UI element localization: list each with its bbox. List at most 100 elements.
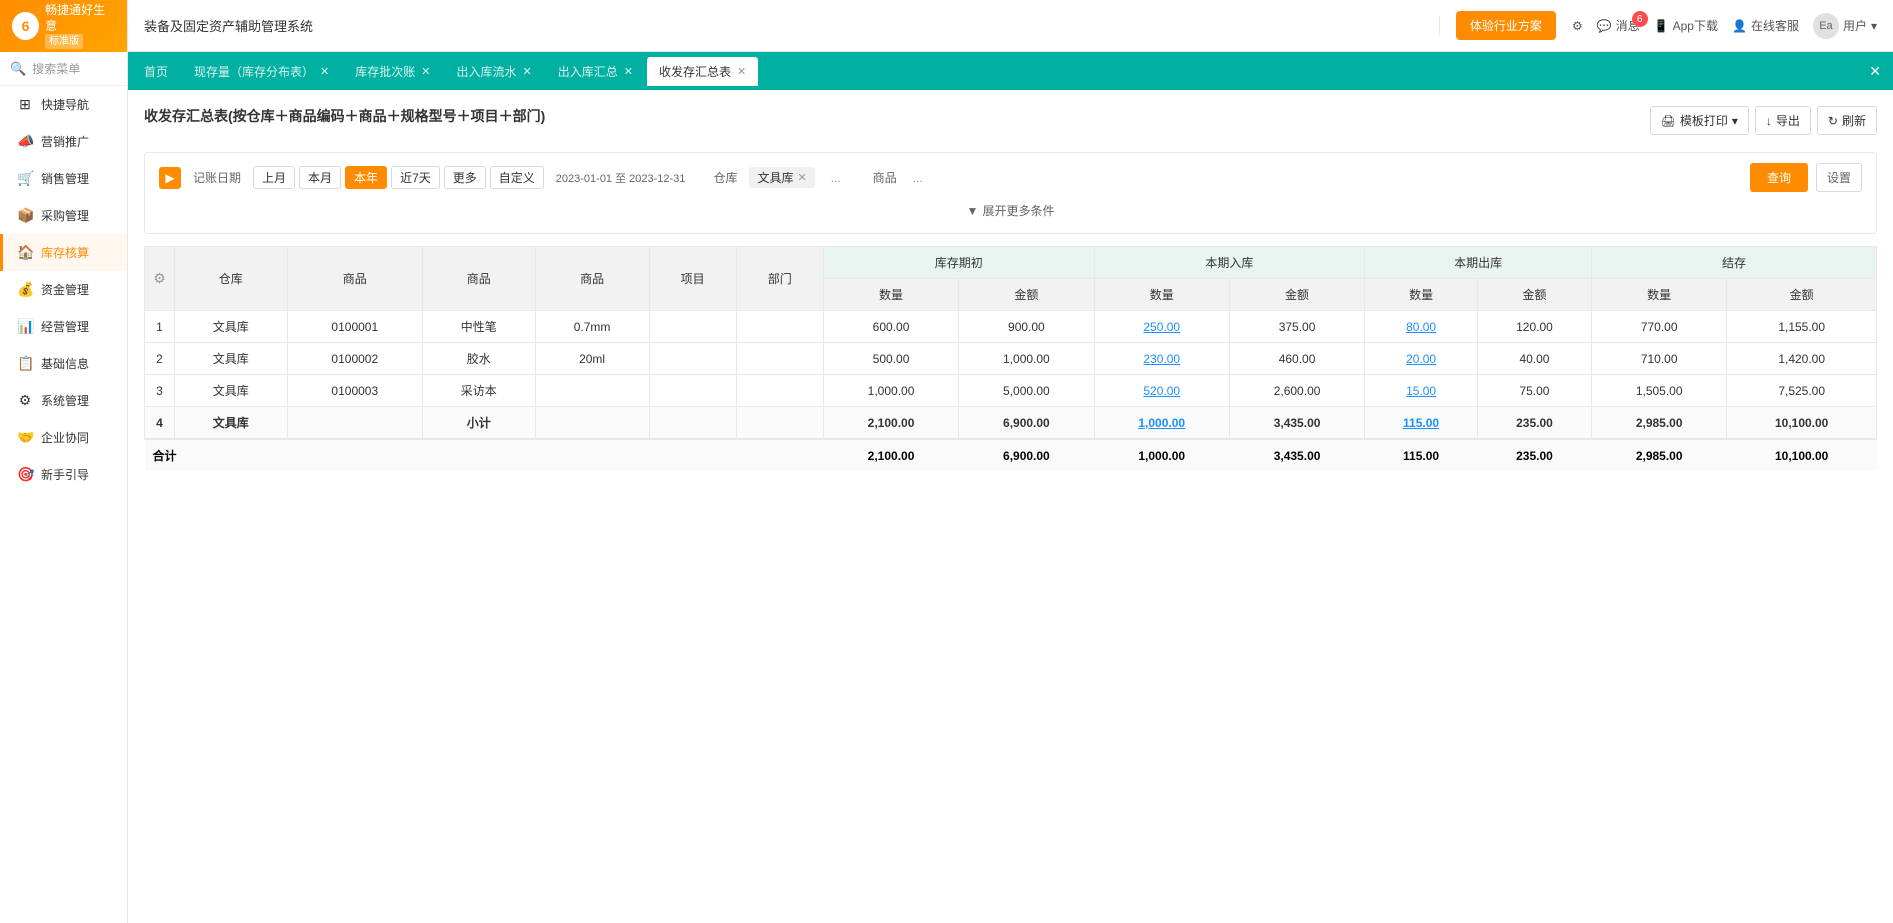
row-in-qty[interactable]: 520.00	[1094, 375, 1229, 407]
warehouse-tag-close[interactable]: ✕	[797, 171, 806, 184]
sidebar-item-basics[interactable]: 📋 基础信息	[0, 345, 127, 382]
row-opening-qty: 600.00	[823, 311, 958, 343]
trial-button[interactable]: 体验行业方案	[1456, 11, 1556, 40]
date-custom[interactable]: 自定义	[490, 166, 544, 189]
date-filter-label: 记账日期	[193, 169, 241, 186]
table-settings-button[interactable]: 设置	[1816, 163, 1862, 192]
row-balance-qty: 710.00	[1592, 343, 1727, 375]
tabs-close-all[interactable]: ✕	[1861, 59, 1889, 84]
sidebar-item-quick-nav[interactable]: ⊞ 快捷导航	[0, 86, 127, 123]
row-balance-qty: 770.00	[1592, 311, 1727, 343]
sidebar-item-system[interactable]: ⚙ 系统管理	[0, 382, 127, 419]
date-last-month[interactable]: 上月	[253, 166, 295, 189]
online-service-action[interactable]: 👤 在线客服	[1732, 17, 1799, 34]
col-dept-header: 部门	[736, 247, 823, 311]
col-name-header: 商品	[422, 247, 535, 311]
tab-close-inout-summary[interactable]: ✕	[624, 65, 633, 78]
sidebar-item-operations[interactable]: 📊 经营管理	[0, 308, 127, 345]
filter-toggle-button[interactable]: ▶	[159, 167, 181, 189]
row-out-qty-link[interactable]: 15.00	[1406, 384, 1436, 398]
col-in-amount-header: 金额	[1229, 279, 1364, 311]
row-out-qty[interactable]: 115.00	[1365, 407, 1478, 440]
row-no: 3	[145, 375, 175, 407]
row-in-qty-link[interactable]: 1,000.00	[1138, 416, 1185, 430]
row-out-qty-link[interactable]: 20.00	[1406, 352, 1436, 366]
row-code: 0100003	[287, 375, 422, 407]
row-opening-amount: 900.00	[959, 311, 1094, 343]
row-dept	[736, 375, 823, 407]
warehouse-more-button[interactable]: ...	[827, 169, 845, 187]
table-wrapper: ⚙ 仓库 商品 商品 商品 项目 部门 库存期初 本期入库 本期出库 结存	[144, 246, 1877, 471]
expand-conditions[interactable]: ▼ 展开更多条件	[159, 198, 1862, 223]
row-in-amount: 375.00	[1229, 311, 1364, 343]
row-warehouse: 文具库	[175, 343, 288, 375]
refresh-button[interactable]: ↻ 刷新	[1817, 106, 1877, 135]
row-out-qty[interactable]: 80.00	[1365, 311, 1478, 343]
content-area: 收发存汇总表(按仓库＋商品编码＋商品＋规格型号＋项目＋部门) 🖨 模板打印 ▾ …	[128, 90, 1893, 923]
row-out-qty[interactable]: 20.00	[1365, 343, 1478, 375]
tab-stock-dist[interactable]: 现存量（库存分布表） ✕	[182, 57, 341, 86]
sidebar-item-finance[interactable]: 💰 资金管理	[0, 271, 127, 308]
row-out-qty-link[interactable]: 115.00	[1403, 416, 1439, 430]
warehouse-label: 仓库	[713, 169, 737, 186]
row-in-qty-link[interactable]: 520.00	[1143, 384, 1180, 398]
template-print-button[interactable]: 🖨 模板打印 ▾	[1650, 106, 1749, 135]
row-project	[649, 343, 736, 375]
tab-close-recv-send-summary[interactable]: ✕	[737, 65, 746, 78]
search-menu[interactable]: 🔍 搜索菜单	[0, 52, 127, 86]
app-download-action[interactable]: 📱 App下载	[1654, 17, 1718, 34]
row-in-qty-link[interactable]: 230.00	[1143, 352, 1180, 366]
date-more[interactable]: 更多	[444, 166, 486, 189]
date-this-year[interactable]: 本年	[345, 166, 387, 189]
tab-close-stock-dist[interactable]: ✕	[320, 65, 329, 78]
row-code	[287, 407, 422, 440]
tab-batch[interactable]: 库存批次账 ✕	[343, 57, 442, 86]
tab-recv-send-summary[interactable]: 收发存汇总表 ✕	[647, 57, 758, 86]
row-no: 2	[145, 343, 175, 375]
export-icon: ↓	[1766, 114, 1772, 128]
row-name: 小计	[422, 407, 535, 440]
date-last-7[interactable]: 近7天	[391, 166, 440, 189]
query-button[interactable]: 查询	[1750, 163, 1808, 192]
col-out-qty-header: 数量	[1365, 279, 1478, 311]
row-in-qty[interactable]: 250.00	[1094, 311, 1229, 343]
row-out-qty[interactable]: 15.00	[1365, 375, 1478, 407]
tab-close-batch[interactable]: ✕	[421, 65, 430, 78]
tab-close-inout-flow[interactable]: ✕	[523, 65, 532, 78]
page-container: 收发存汇总表(按仓库＋商品编码＋商品＋规格型号＋项目＋部门) 🖨 模板打印 ▾ …	[128, 90, 1893, 923]
tab-inout-summary[interactable]: 出入库汇总 ✕	[546, 57, 645, 86]
operations-icon: 📊	[17, 318, 33, 335]
table-row: 2文具库0100002胶水20ml500.001,000.00230.00460…	[145, 343, 1877, 375]
row-project	[649, 375, 736, 407]
sidebar-item-cooperation[interactable]: 🤝 企业协同	[0, 419, 127, 456]
row-in-qty[interactable]: 230.00	[1094, 343, 1229, 375]
sidebar-item-sales[interactable]: 🛒 销售管理	[0, 160, 127, 197]
tab-inout-flow[interactable]: 出入库流水 ✕	[444, 57, 543, 86]
quick-nav-icon: ⊞	[17, 96, 33, 113]
col-settings-icon[interactable]: ⚙	[153, 270, 166, 286]
search-icon: 🔍	[10, 61, 26, 77]
export-button[interactable]: ↓ 导出	[1755, 106, 1811, 135]
row-balance-amount: 1,420.00	[1727, 343, 1877, 375]
message-action[interactable]: 💬 6 消息	[1597, 17, 1640, 34]
row-in-amount: 3,435.00	[1229, 407, 1364, 440]
sidebar-item-inventory[interactable]: 🏠 库存核算	[0, 234, 127, 271]
row-spec	[535, 375, 649, 407]
row-out-qty-link[interactable]: 80.00	[1406, 320, 1436, 334]
goods-more-button[interactable]: ...	[909, 169, 927, 187]
row-code: 0100002	[287, 343, 422, 375]
sidebar-item-marketing[interactable]: 📣 营销推广	[0, 123, 127, 160]
tab-home[interactable]: 首页	[132, 57, 180, 86]
purchase-icon: 📦	[17, 207, 33, 224]
sidebar-item-purchase[interactable]: 📦 采购管理	[0, 197, 127, 234]
row-in-qty[interactable]: 1,000.00	[1094, 407, 1229, 440]
settings-gear-icon: ⚙	[1572, 19, 1583, 33]
user-action[interactable]: Ea 用户 ▾	[1813, 13, 1877, 39]
row-opening-qty: 2,100.00	[823, 407, 958, 440]
row-in-qty-link[interactable]: 250.00	[1143, 320, 1180, 334]
col-opening-header: 库存期初	[823, 247, 1094, 279]
settings-action[interactable]: ⚙	[1572, 19, 1583, 33]
row-spec: 0.7mm	[535, 311, 649, 343]
date-this-month[interactable]: 本月	[299, 166, 341, 189]
sidebar-item-guide[interactable]: 🎯 新手引导	[0, 456, 127, 493]
